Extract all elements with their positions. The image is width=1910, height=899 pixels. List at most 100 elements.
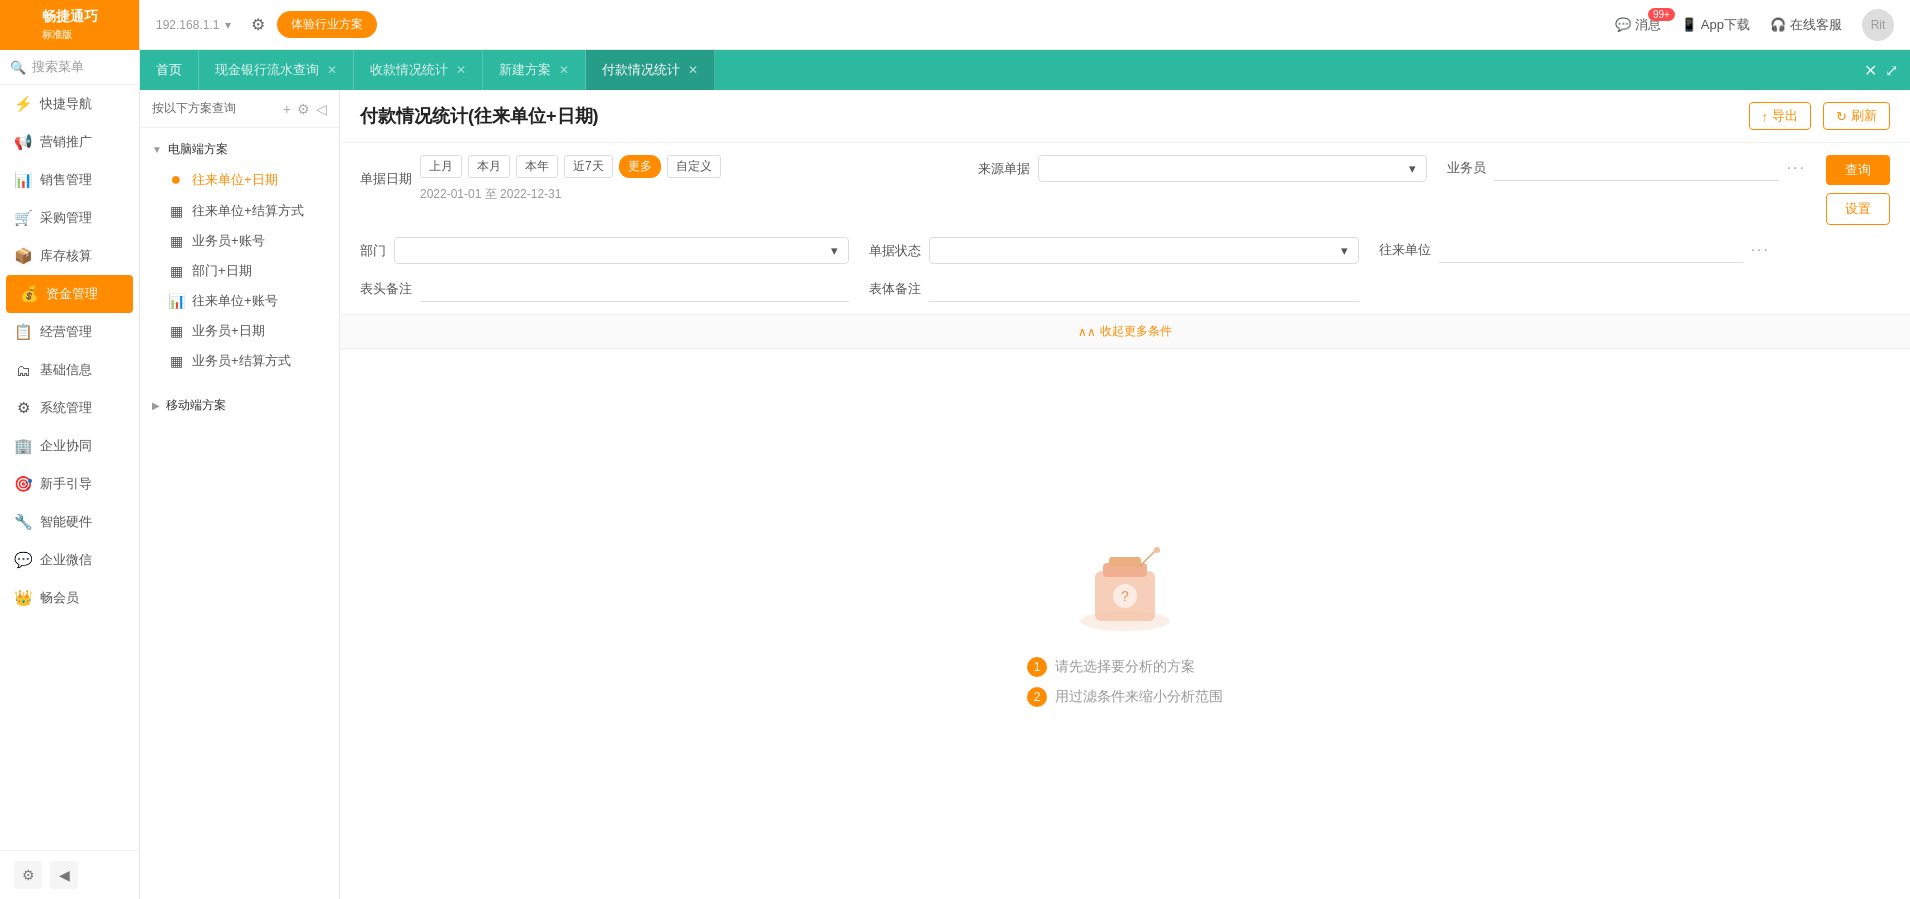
body-note-input[interactable] — [929, 276, 1358, 302]
header-note-label: 表头备注 — [360, 280, 412, 298]
source-select[interactable]: ▾ — [1038, 155, 1427, 182]
sidebar-settings-button[interactable]: ⚙ — [14, 861, 42, 889]
scheme-settings-button[interactable]: ⚙ — [297, 101, 310, 117]
sidebar-item-label: 基础信息 — [40, 361, 92, 379]
topbar-settings-button[interactable]: ⚙ — [251, 15, 265, 34]
topbar-address: 192.168.1.1 ▾ — [156, 18, 231, 32]
last-month-btn[interactable]: 上月 — [420, 155, 462, 178]
content-area: 按以下方案查询 + ⚙ ◁ ▼ 电脑端方案 ● 往来单位+日期 ▦ — [140, 90, 1910, 899]
tab-bank-flow[interactable]: 现金银行流水查询 ✕ — [199, 50, 354, 90]
tab-receipt-stats-close[interactable]: ✕ — [456, 63, 466, 77]
scheme-item-unit-date[interactable]: ● 往来单位+日期 — [140, 163, 339, 196]
doc-status-arrow: ▾ — [1341, 243, 1348, 258]
tab-payment-stats-close[interactable]: ✕ — [688, 63, 698, 77]
app-icon: 📱 — [1681, 17, 1697, 32]
sidebar-item-label: 企业微信 — [40, 551, 92, 569]
mobile-section-toggle[interactable]: ▶ 移动端方案 — [140, 392, 339, 419]
sidebar-item-label: 采购管理 — [40, 209, 92, 227]
tab-new-scheme[interactable]: 新建方案 ✕ — [483, 50, 586, 90]
this-year-btn[interactable]: 本年 — [516, 155, 558, 178]
salesman-more-btn[interactable]: ··· — [1787, 159, 1806, 177]
tab-close-all-button[interactable]: ✕ — [1864, 61, 1877, 80]
related-unit-label: 往来单位 — [1379, 241, 1431, 259]
tip-text-2: 用过滤条件来缩小分析范围 — [1055, 688, 1223, 706]
sidebar-item-inventory[interactable]: 📦 库存核算 — [0, 237, 139, 275]
trial-button[interactable]: 体验行业方案 — [277, 11, 377, 38]
refresh-button[interactable]: ↻ 刷新 — [1823, 102, 1890, 130]
messages-button[interactable]: 💬 消息 99+ — [1615, 16, 1661, 34]
sidebar-search-label: 搜索菜单 — [32, 58, 84, 76]
right-panel: 付款情况统计(往来单位+日期) ↑ 导出 ↻ 刷新 — [340, 90, 1910, 899]
setting-button[interactable]: 设置 — [1826, 193, 1890, 225]
funds-icon: 💰 — [20, 285, 38, 303]
operations-icon: 📋 — [14, 323, 32, 341]
tab-payment-stats[interactable]: 付款情况统计 ✕ — [586, 50, 715, 90]
scheme-item-unit-settle[interactable]: ▦ 往来单位+结算方式 — [140, 196, 339, 226]
wechat-icon: 💬 — [14, 551, 32, 569]
sidebar-item-operations[interactable]: 📋 经营管理 — [0, 313, 139, 351]
sidebar-item-funds[interactable]: 💰 资金管理 — [6, 275, 133, 313]
sidebar-item-purchase[interactable]: 🛒 采购管理 — [0, 199, 139, 237]
collapse-up-icon: ∧∧ — [1078, 325, 1096, 339]
sidebar-item-guide[interactable]: 🎯 新手引导 — [0, 465, 139, 503]
add-scheme-button[interactable]: + — [283, 101, 291, 117]
sidebar-item-quick-nav[interactable]: ⚡ 快捷导航 — [0, 85, 139, 123]
pc-schemes-section: ▼ 电脑端方案 ● 往来单位+日期 ▦ 往来单位+结算方式 ▦ 业务员+账号 ▦ — [140, 128, 339, 384]
empty-tip-2: 2 用过滤条件来缩小分析范围 — [1027, 687, 1223, 707]
sidebar-item-system[interactable]: ⚙ 系统管理 — [0, 389, 139, 427]
custom-date-btn[interactable]: 自定义 — [667, 155, 721, 178]
scheme-item-unit-account[interactable]: 📊 往来单位+账号 — [140, 286, 339, 316]
pc-section-label: 电脑端方案 — [168, 141, 228, 158]
tip-num-2: 2 — [1027, 687, 1047, 707]
app-download-button[interactable]: 📱 App下载 — [1681, 16, 1750, 34]
sidebar-item-label: 系统管理 — [40, 399, 92, 417]
scheme-item-dept-date[interactable]: ▦ 部门+日期 — [140, 256, 339, 286]
related-unit-more-btn[interactable]: ··· — [1751, 241, 1770, 259]
tab-bank-flow-close[interactable]: ✕ — [327, 63, 337, 77]
avatar-text: Rit — [1871, 18, 1886, 32]
collapse-bar[interactable]: ∧∧ 收起更多条件 — [340, 315, 1910, 349]
tab-new-scheme-close[interactable]: ✕ — [559, 63, 569, 77]
scheme-item-salesman-settle[interactable]: ▦ 业务员+结算方式 — [140, 346, 339, 376]
more-date-btn[interactable]: 更多 — [619, 155, 661, 178]
tab-home[interactable]: 首页 — [140, 50, 199, 90]
mobile-schemes-section: ▶ 移动端方案 — [140, 384, 339, 427]
sidebar-item-wechat[interactable]: 💬 企业微信 — [0, 541, 139, 579]
sidebar-item-sales[interactable]: 📊 销售管理 — [0, 161, 139, 199]
customer-service-button[interactable]: 🎧 在线客服 — [1770, 16, 1842, 34]
last-7days-btn[interactable]: 近7天 — [564, 155, 613, 178]
quick-nav-icon: ⚡ — [14, 95, 32, 113]
doc-status-label: 单据状态 — [869, 242, 921, 260]
this-month-btn[interactable]: 本月 — [468, 155, 510, 178]
salesman-input[interactable] — [1494, 155, 1779, 181]
sidebar-item-label: 智能硬件 — [40, 513, 92, 531]
scheme-item-salesman-account[interactable]: ▦ 业务员+账号 — [140, 226, 339, 256]
left-panel-header: 按以下方案查询 + ⚙ ◁ — [140, 90, 339, 128]
sidebar-item-enterprise[interactable]: 🏢 企业协同 — [0, 427, 139, 465]
sidebar-item-label: 资金管理 — [46, 285, 98, 303]
sidebar-search[interactable]: 🔍 搜索菜单 — [0, 50, 139, 85]
user-avatar[interactable]: Rit — [1862, 9, 1894, 41]
doc-status-select[interactable]: ▾ — [929, 237, 1358, 264]
address-dropdown-icon[interactable]: ▾ — [225, 18, 231, 32]
tab-maximize-button[interactable]: ⤢ — [1885, 61, 1898, 80]
panel-collapse-button[interactable]: ◁ — [316, 101, 327, 117]
sidebar-item-basic-info[interactable]: 🗂 基础信息 — [0, 351, 139, 389]
related-unit-input[interactable] — [1439, 237, 1743, 263]
tab-receipt-stats[interactable]: 收款情况统计 ✕ — [354, 50, 483, 90]
sidebar-item-smart-hw[interactable]: 🔧 智能硬件 — [0, 503, 139, 541]
empty-tips: 1 请先选择要分析的方案 2 用过滤条件来缩小分析范围 — [1027, 657, 1223, 707]
dept-select[interactable]: ▾ — [394, 237, 849, 264]
sidebar-item-marketing[interactable]: 📢 营销推广 — [0, 123, 139, 161]
filter-doc-status-item: 单据状态 ▾ — [869, 237, 1358, 264]
pc-section-toggle[interactable]: ▼ 电脑端方案 — [140, 136, 339, 163]
sidebar-collapse-button[interactable]: ◀ — [50, 861, 78, 889]
export-button[interactable]: ↑ 导出 — [1749, 102, 1812, 130]
filter-area: 单据日期 上月 本月 本年 近7天 更多 自定义 2022-01-01 至 20… — [340, 143, 1910, 315]
header-note-input[interactable] — [420, 276, 849, 302]
scheme-label: 业务员+账号 — [192, 232, 265, 250]
scheme-item-salesman-date[interactable]: ▦ 业务员+日期 — [140, 316, 339, 346]
sidebar-item-member[interactable]: 👑 畅会员 — [0, 579, 139, 617]
dept-label: 部门 — [360, 242, 386, 260]
query-button[interactable]: 查询 — [1826, 155, 1890, 185]
